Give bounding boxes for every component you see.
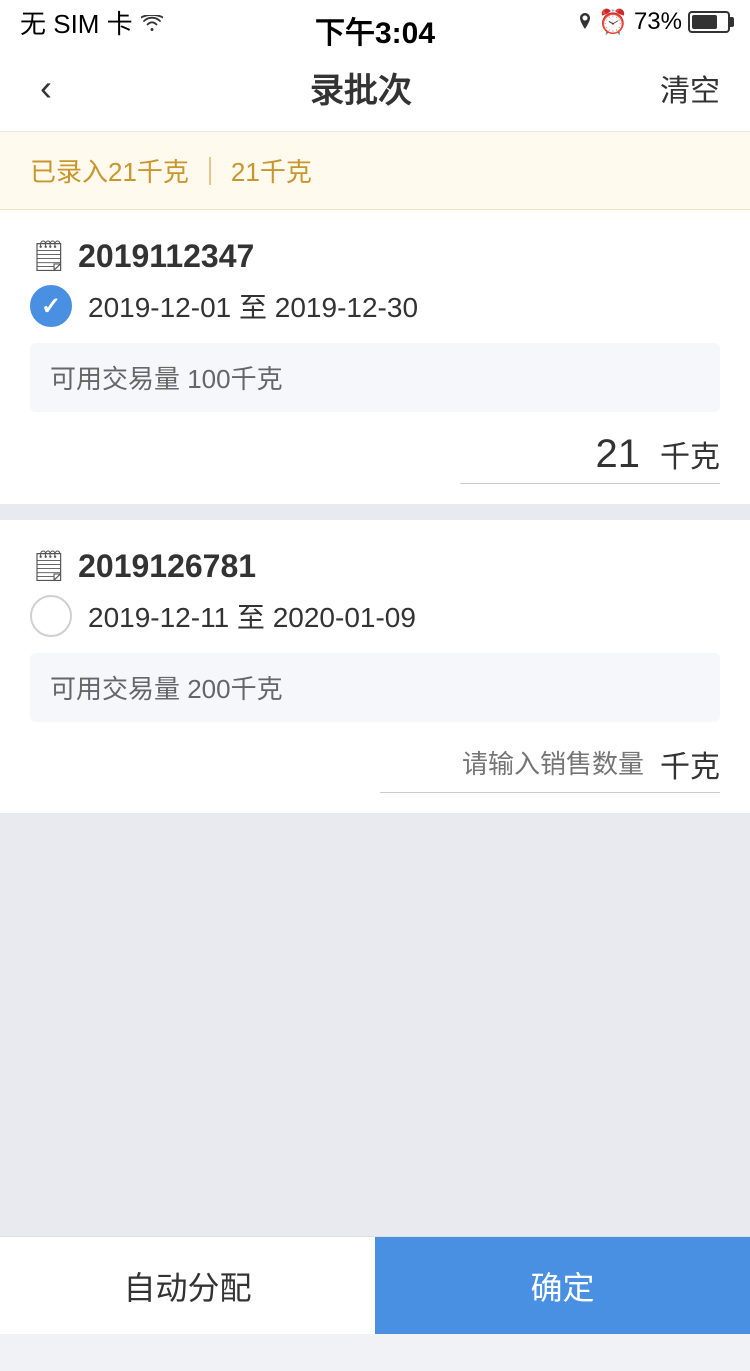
section-separator bbox=[0, 504, 750, 520]
quantity-underline-1 bbox=[460, 483, 720, 484]
auto-distribute-button[interactable]: 自动分配 bbox=[0, 1237, 375, 1334]
quantity-section-2: 千克 bbox=[0, 732, 750, 813]
back-button[interactable]: ‹ bbox=[30, 57, 62, 119]
status-left: 无 SIM 卡 bbox=[20, 4, 163, 41]
battery-text: 73% bbox=[634, 8, 682, 36]
doc-icon-2: 🗒 bbox=[30, 549, 68, 584]
doc-icon-1: 🗒 bbox=[30, 239, 68, 274]
page-title: 录批次 bbox=[310, 63, 412, 112]
status-time: 下午3:04 bbox=[315, 8, 435, 52]
nav-bar: ‹ 录批次 清空 bbox=[0, 44, 750, 132]
card-date-row-1: ✓ 2019-12-01 至 2019-12-30 bbox=[0, 285, 750, 337]
clear-button[interactable]: 清空 bbox=[660, 66, 720, 110]
quantity-section-1: 21 千克 bbox=[0, 422, 750, 504]
alarm-icon: ⏰ bbox=[598, 8, 628, 37]
check-icon-1: ✓ bbox=[41, 292, 61, 321]
batch-number-1: 2019112347 bbox=[78, 238, 254, 275]
empty-area bbox=[0, 813, 750, 1273]
info-banner: 已录入21千克 21千克 bbox=[0, 132, 750, 210]
availability-box-2: 可用交易量 200千克 bbox=[30, 653, 720, 722]
status-right: ⏰ 73% bbox=[578, 8, 730, 37]
card-date-row-2: 2019-12-11 至 2020-01-09 bbox=[0, 595, 750, 647]
batch-card-1: 🗒 2019112347 ✓ 2019-12-01 至 2019-12-30 可… bbox=[0, 210, 750, 504]
quantity-unit-2: 千克 bbox=[660, 742, 720, 786]
batch-card-2: 🗒 2019126781 2019-12-11 至 2020-01-09 可用交… bbox=[0, 520, 750, 813]
quantity-input-row-2: 千克 bbox=[30, 742, 720, 786]
radio-button-1[interactable]: ✓ bbox=[30, 285, 72, 327]
card-header-2: 🗒 2019126781 bbox=[0, 520, 750, 595]
battery-indicator bbox=[688, 11, 730, 33]
quantity-unit-1: 千克 bbox=[660, 432, 720, 476]
carrier-text: 无 SIM 卡 bbox=[20, 4, 133, 41]
info-value: 21千克 bbox=[231, 152, 312, 189]
content-area: 已录入21千克 21千克 🗒 2019112347 ✓ 2019-12-01 至… bbox=[0, 132, 750, 1371]
batch-number-2: 2019126781 bbox=[78, 548, 256, 585]
info-divider bbox=[209, 157, 211, 185]
availability-box-1: 可用交易量 100千克 bbox=[30, 343, 720, 412]
location-icon bbox=[578, 8, 592, 36]
availability-text-2: 可用交易量 200千克 bbox=[50, 674, 283, 704]
availability-text-1: 可用交易量 100千克 bbox=[50, 364, 283, 394]
status-bar: 无 SIM 卡 下午3:04 ⏰ 73% bbox=[0, 0, 750, 44]
radio-button-2[interactable] bbox=[30, 595, 72, 637]
card-header-1: 🗒 2019112347 bbox=[0, 210, 750, 285]
quantity-value-row-1: 21 千克 bbox=[596, 432, 721, 477]
quantity-input-2[interactable] bbox=[404, 749, 644, 780]
confirm-button[interactable]: 确定 bbox=[375, 1237, 750, 1334]
quantity-value-1: 21 bbox=[596, 432, 641, 477]
date-range-2: 2019-12-11 至 2020-01-09 bbox=[88, 596, 416, 636]
quantity-underline-2 bbox=[380, 792, 720, 793]
bottom-bar: 自动分配 确定 bbox=[0, 1236, 750, 1334]
wifi-icon bbox=[141, 7, 163, 38]
date-range-1: 2019-12-01 至 2019-12-30 bbox=[88, 286, 418, 326]
info-label: 已录入21千克 bbox=[30, 152, 189, 189]
